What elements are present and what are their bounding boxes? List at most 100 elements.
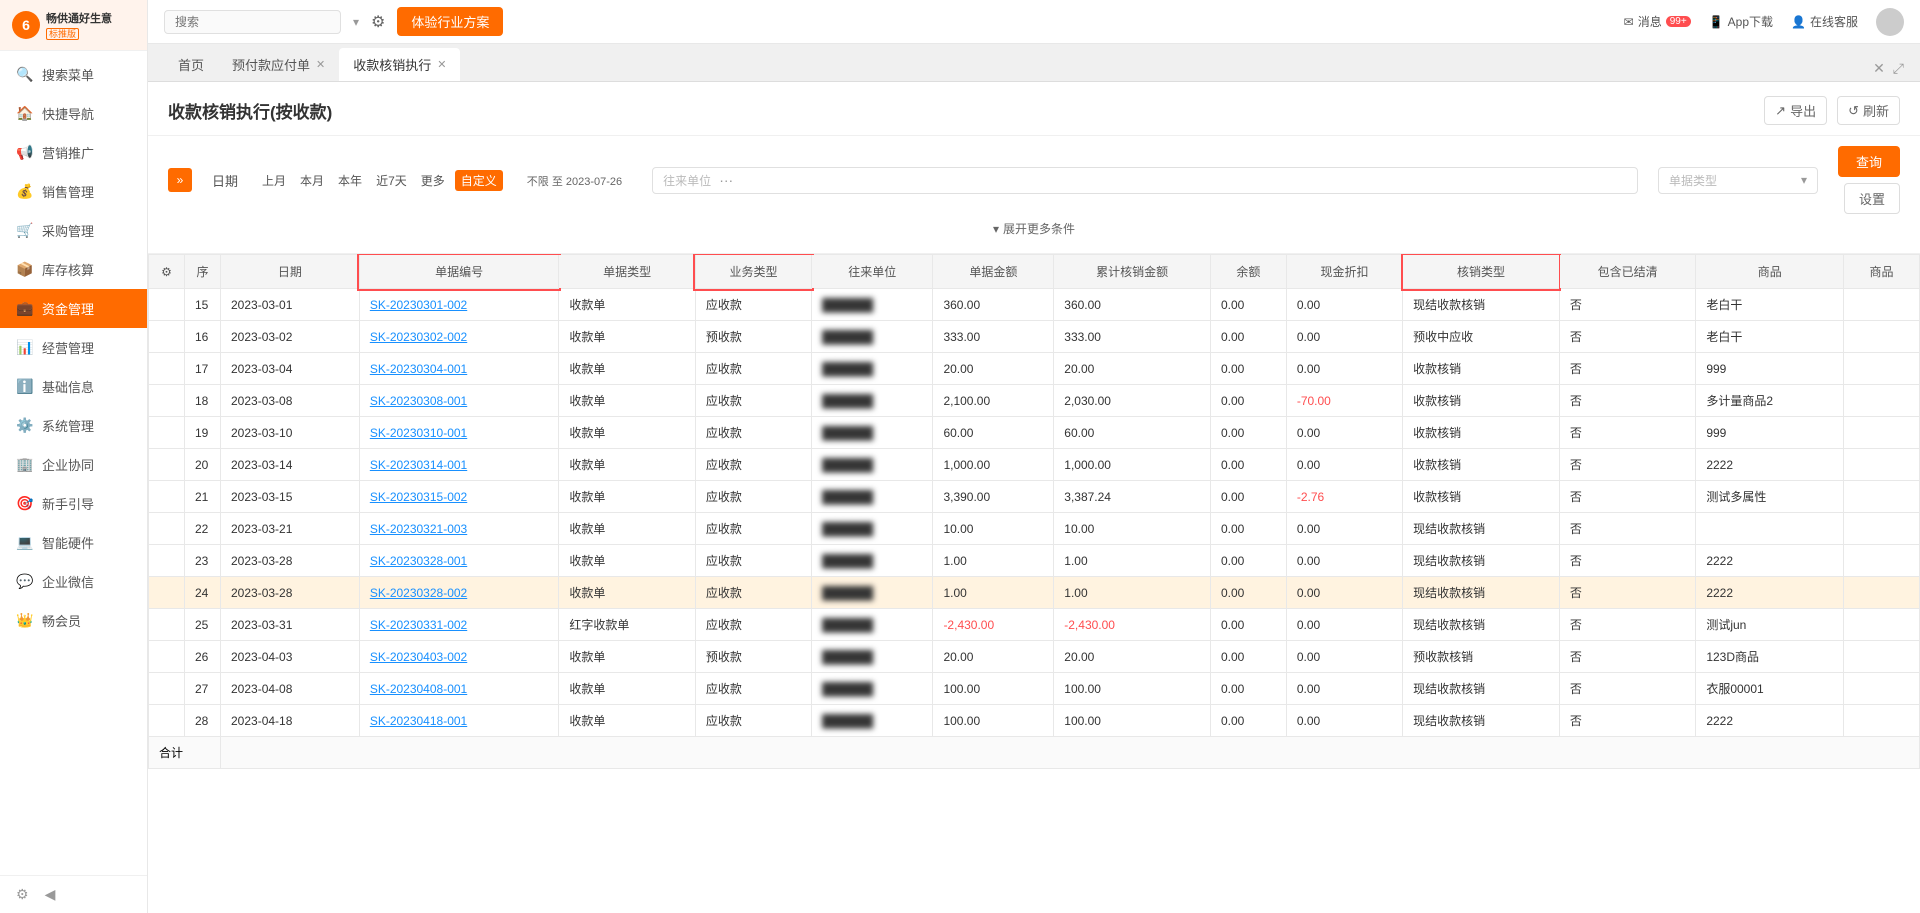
row-doc-no[interactable]: SK-20230314-001 — [359, 449, 559, 481]
sidebar-item-search-menu[interactable]: 🔍 搜索菜单 — [0, 55, 147, 94]
export-label: 导出 — [1790, 101, 1816, 120]
table-row[interactable]: 242023-03-28SK-20230328-002收款单应收款██████1… — [149, 577, 1920, 609]
sidebar-item-corp[interactable]: 🏢 企业协同 — [0, 445, 147, 484]
row-doc-no[interactable]: SK-20230418-001 — [359, 705, 559, 737]
row-doc-no[interactable]: SK-20230408-001 — [359, 673, 559, 705]
table-row[interactable]: 272023-04-08SK-20230408-001收款单应收款██████1… — [149, 673, 1920, 705]
row-amount: 1.00 — [933, 577, 1054, 609]
gear-icon[interactable]: ⚙ — [371, 12, 385, 32]
row-select[interactable] — [149, 609, 185, 641]
row-select[interactable] — [149, 481, 185, 513]
dropdown-arrow-icon[interactable]: ▾ — [353, 15, 359, 29]
table-row[interactable]: 172023-03-04SK-20230304-001收款单应收款██████2… — [149, 353, 1920, 385]
tab-collection-close-icon[interactable]: ✕ — [437, 58, 446, 71]
row-select[interactable] — [149, 289, 185, 321]
sidebar-item-sales[interactable]: 💰 销售管理 — [0, 172, 147, 211]
sidebar-item-finance[interactable]: 💼 资金管理 — [0, 289, 147, 328]
row-select[interactable] — [149, 577, 185, 609]
row-select[interactable] — [149, 449, 185, 481]
search-input[interactable] — [164, 10, 341, 34]
tab-home[interactable]: 首页 — [164, 48, 218, 81]
date-opt-7days[interactable]: 近7天 — [372, 170, 411, 191]
tab-prepay[interactable]: 预付款应付单 ✕ — [218, 48, 339, 81]
topbar: ▾ ⚙ 体验行业方案 ✉ 消息 99+ 📱 App下载 👤 在线客服 — [148, 0, 1920, 44]
row-seq: 17 — [185, 353, 221, 385]
user-avatar[interactable] — [1876, 8, 1904, 36]
table-row[interactable]: 152023-03-01SK-20230301-002收款单应收款██████3… — [149, 289, 1920, 321]
filter-toggle-icon[interactable]: » — [168, 168, 192, 192]
sidebar-item-wechat[interactable]: 💬 企业微信 — [0, 562, 147, 601]
table-row[interactable]: 252023-03-31SK-20230331-002红字收款单应收款█████… — [149, 609, 1920, 641]
table-row[interactable]: 282023-04-18SK-20230418-001收款单应收款██████1… — [149, 705, 1920, 737]
row-select[interactable] — [149, 417, 185, 449]
online-service-action[interactable]: 👤 在线客服 — [1791, 13, 1858, 30]
table-row[interactable]: 192023-03-10SK-20230310-001收款单应收款██████6… — [149, 417, 1920, 449]
messages-action[interactable]: ✉ 消息 99+ — [1624, 13, 1691, 30]
row-doc-no[interactable]: SK-20230304-001 — [359, 353, 559, 385]
date-opt-this-month[interactable]: 本月 — [296, 170, 328, 191]
row-doc-no[interactable]: SK-20230302-002 — [359, 321, 559, 353]
row-doc-type: 收款单 — [559, 321, 696, 353]
app-download-action[interactable]: 📱 App下载 — [1709, 13, 1773, 30]
date-opt-last-month[interactable]: 上月 — [258, 170, 290, 191]
row-doc-no[interactable]: SK-20230331-002 — [359, 609, 559, 641]
refresh-button[interactable]: ↺ 刷新 — [1837, 96, 1900, 125]
table-footer-row: 合计 — [149, 737, 1920, 769]
settings-button[interactable]: 设置 — [1844, 183, 1900, 214]
industry-solution-button[interactable]: 体验行业方案 — [397, 7, 503, 36]
row-doc-no[interactable]: SK-20230328-002 — [359, 577, 559, 609]
tab-collection[interactable]: 收款核销执行 ✕ — [339, 48, 460, 81]
col-balance: 余额 — [1210, 255, 1286, 289]
date-opt-more[interactable]: 更多 — [417, 170, 449, 191]
sidebar-item-operations[interactable]: 📊 经营管理 — [0, 328, 147, 367]
row-select[interactable] — [149, 641, 185, 673]
date-opt-this-year[interactable]: 本年 — [334, 170, 366, 191]
query-button[interactable]: 查询 — [1838, 146, 1900, 177]
row-select[interactable] — [149, 705, 185, 737]
col-settings[interactable]: ⚙ — [149, 255, 185, 289]
row-doc-no[interactable]: SK-20230328-001 — [359, 545, 559, 577]
table-row[interactable]: 222023-03-21SK-20230321-003收款单应收款██████1… — [149, 513, 1920, 545]
sidebar-item-quick-nav[interactable]: 🏠 快捷导航 — [0, 94, 147, 133]
export-button[interactable]: ↗ 导出 — [1764, 96, 1827, 125]
table-row[interactable]: 202023-03-14SK-20230314-001收款单应收款██████1… — [149, 449, 1920, 481]
col-goods2: 商品 — [1844, 255, 1920, 289]
sidebar-item-purchase[interactable]: 🛒 采购管理 — [0, 211, 147, 250]
expand-more-conditions[interactable]: ▾ 展开更多条件 — [168, 214, 1900, 243]
row-select[interactable] — [149, 673, 185, 705]
row-select[interactable] — [149, 353, 185, 385]
sidebar-item-system[interactable]: ⚙️ 系统管理 — [0, 406, 147, 445]
partner-dots-icon: ··· — [719, 172, 733, 188]
row-select[interactable] — [149, 321, 185, 353]
sidebar-item-marketing[interactable]: 📢 营销推广 — [0, 133, 147, 172]
row-doc-no[interactable]: SK-20230403-002 — [359, 641, 559, 673]
doc-type-filter[interactable]: 单据类型 ▾ — [1658, 167, 1818, 194]
col-cash-discount: 现金折扣 — [1286, 255, 1402, 289]
row-doc-no[interactable]: SK-20230315-002 — [359, 481, 559, 513]
sidebar-item-guide[interactable]: 🎯 新手引导 — [0, 484, 147, 523]
table-row[interactable]: 162023-03-02SK-20230302-002收款单预收款██████3… — [149, 321, 1920, 353]
row-select[interactable] — [149, 385, 185, 417]
sidebar-item-inventory[interactable]: 📦 库存核算 — [0, 250, 147, 289]
partner-filter[interactable]: 往来单位 ··· — [652, 167, 1638, 194]
sidebar-item-hardware[interactable]: 💻 智能硬件 — [0, 523, 147, 562]
table-row[interactable]: 262023-04-03SK-20230403-002收款单预收款██████2… — [149, 641, 1920, 673]
tab-prepay-close-icon[interactable]: ✕ — [316, 58, 325, 71]
maximize-icon[interactable]: ⤢ — [1893, 60, 1904, 77]
sidebar-item-basic-info[interactable]: ℹ️ 基础信息 — [0, 367, 147, 406]
row-select[interactable] — [149, 513, 185, 545]
settings-bottom-icon[interactable]: ⚙ — [16, 886, 29, 903]
table-row[interactable]: 212023-03-15SK-20230315-002收款单应收款██████3… — [149, 481, 1920, 513]
sidebar-item-member[interactable]: 👑 畅会员 — [0, 601, 147, 640]
table-row[interactable]: 232023-03-28SK-20230328-001收款单应收款██████1… — [149, 545, 1920, 577]
collapse-icon[interactable]: ◀ — [45, 886, 56, 903]
row-doc-no[interactable]: SK-20230308-001 — [359, 385, 559, 417]
date-opt-custom[interactable]: 自定义 — [455, 170, 503, 191]
table-row[interactable]: 182023-03-08SK-20230308-001收款单应收款██████2… — [149, 385, 1920, 417]
close-tab-icon[interactable]: ✕ — [1873, 60, 1885, 77]
row-doc-no[interactable]: SK-20230301-002 — [359, 289, 559, 321]
row-select[interactable] — [149, 545, 185, 577]
row-doc-no[interactable]: SK-20230321-003 — [359, 513, 559, 545]
row-seq: 15 — [185, 289, 221, 321]
row-doc-no[interactable]: SK-20230310-001 — [359, 417, 559, 449]
